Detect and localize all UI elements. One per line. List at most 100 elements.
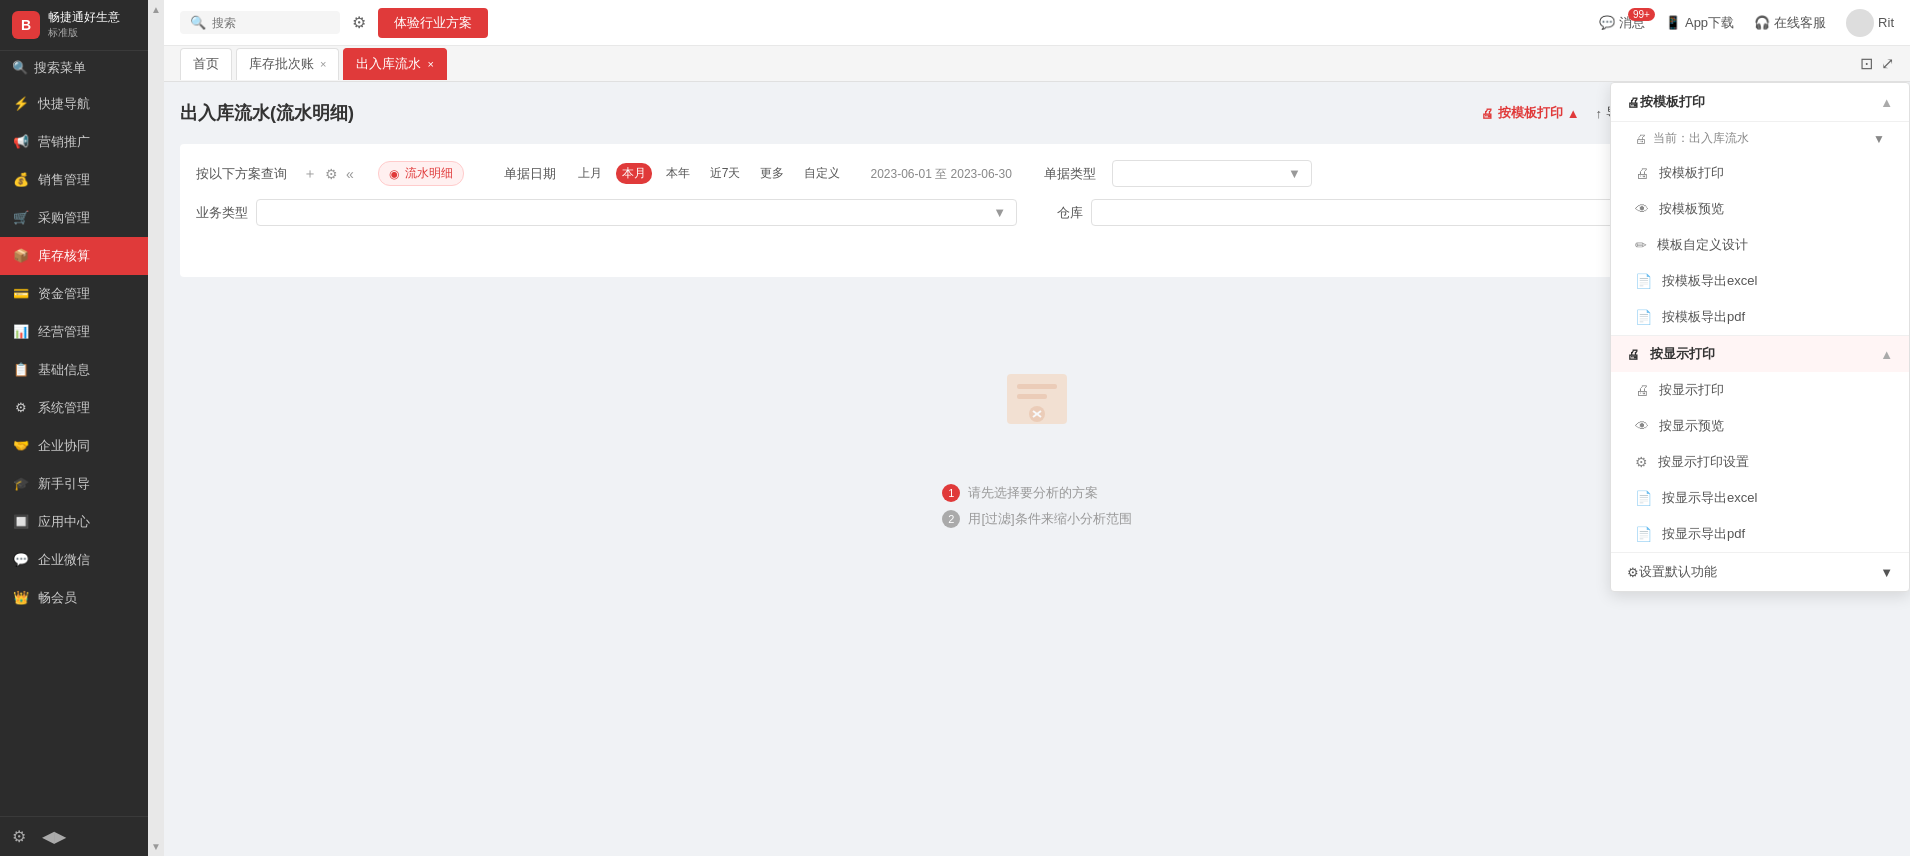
sidebar-item-purchase[interactable]: 🛒 采购管理 [0,199,148,237]
collapse-filter-icon[interactable]: « [346,166,354,182]
svg-rect-2 [1017,394,1047,399]
template-design-icon: ✏ [1635,237,1647,253]
shortcut-last-month[interactable]: 上月 [572,163,608,184]
footer-arrow-icon: ▼ [1880,565,1893,580]
purchase-icon: 🛒 [12,209,30,227]
tab-inventory-batch[interactable]: 库存批次账 × [236,48,339,80]
doc-type-dropdown[interactable]: ▼ [1112,160,1312,187]
dropdown-item-template-pdf[interactable]: 📄 按模板导出pdf [1611,299,1909,335]
empty-tips: 1 请先选择要分析的方案 2 用[过滤]条件来缩小分析范围 [942,484,1131,528]
sidebar-item-finance[interactable]: 💳 资金管理 [0,275,148,313]
settings-icon[interactable]: ⚙ [12,827,26,846]
quick-nav-icon: ⚡ [12,95,30,113]
headset-icon: 🎧 [1754,15,1770,30]
shortcut-this-month[interactable]: 本月 [616,163,652,184]
dropdown-item-template-design[interactable]: ✏ 模板自定义设计 [1611,227,1909,263]
dropdown-item-display-pdf[interactable]: 📄 按显示导出pdf [1611,516,1909,552]
app-center-icon: 🔲 [12,513,30,531]
shortcut-this-year[interactable]: 本年 [660,163,696,184]
sidebar-item-app-center[interactable]: 🔲 应用中心 [0,503,148,541]
filter-tag-label: 流水明细 [405,165,453,182]
tab-restore-icon[interactable]: ⊡ [1860,54,1873,73]
display-excel-icon: 📄 [1635,490,1652,506]
display-print-icon: 🖨 [1635,382,1649,398]
sidebar-item-inventory[interactable]: 📦 库存核算 [0,237,148,275]
shortcut-7-days[interactable]: 近7天 [704,163,747,184]
filter-actions: ＋ ⚙ « [303,165,354,183]
phone-icon: 📱 [1665,15,1681,30]
enterprise-icon: 🤝 [12,437,30,455]
biz-type-dropdown[interactable]: ▼ [256,199,1017,226]
topbar-actions: 💬 消息 99+ 📱 App下载 🎧 在线客服 Rit [1599,9,1894,37]
marketing-icon: 📢 [12,133,30,151]
empty-tip-1: 1 请先选择要分析的方案 [942,484,1131,502]
weixin-icon: 💬 [12,551,30,569]
message-btn[interactable]: 💬 消息 99+ [1599,14,1645,32]
print-template-btn[interactable]: 🖨 按模板打印 ▲ [1481,104,1580,122]
biz-type-arrow-icon: ▼ [993,205,1006,220]
dropdown-item-template-excel[interactable]: 📄 按模板导出excel [1611,263,1909,299]
trial-industry-button[interactable]: 体验行业方案 [378,8,488,38]
sidebar-item-guide[interactable]: 🎓 新手引导 [0,465,148,503]
app-logo: B 畅捷通好生意 标准版 [0,0,148,51]
main-area: 🔍 ⚙ 体验行业方案 💬 消息 99+ 📱 App下载 🎧 在线客服 Rit [164,0,1910,856]
tab-home[interactable]: 首页 [180,48,232,80]
dropdown-item-display-preview[interactable]: 👁 按显示预览 [1611,408,1909,444]
tab-inventory-flow[interactable]: 出入库流水 × [343,48,446,80]
collapse-sidebar-icon[interactable]: ◀▶ [42,827,66,846]
dropdown-item-template-print[interactable]: 🖨 按模板打印 [1611,155,1909,191]
display-settings-icon: ⚙ [1635,454,1648,470]
dropdown-item-display-print[interactable]: 🖨 按显示打印 [1611,372,1909,408]
scroll-up-icon[interactable]: ▲ [151,4,161,15]
topbar-search-icon: 🔍 [190,15,206,30]
sidebar-scrollbar[interactable]: ▲ ▼ [148,0,164,856]
sidebar-item-member[interactable]: 👑 畅会员 [0,579,148,617]
shortcut-custom[interactable]: 自定义 [798,163,846,184]
sidebar-item-basic-info[interactable]: 📋 基础信息 [0,351,148,389]
inventory-icon: 📦 [12,247,30,265]
tabbar: 首页 库存批次账 × 出入库流水 × ⊡ ⤢ [164,46,1910,82]
search-input[interactable] [212,16,312,30]
display-section-toggle[interactable]: ▲ [1880,347,1893,362]
sidebar-item-enterprise[interactable]: 🤝 企业协同 [0,427,148,465]
sidebar-item-quick-nav[interactable]: ⚡ 快捷导航 [0,85,148,123]
tabbar-right-actions: ⊡ ⤢ [1860,54,1894,73]
tab-close-inventory-batch[interactable]: × [320,58,326,70]
dropdown-footer[interactable]: ⚙ 设置默认功能 ▼ [1611,552,1909,591]
tab-expand-icon[interactable]: ⤢ [1881,54,1894,73]
display-pdf-icon: 📄 [1635,526,1652,542]
date-range-display: 2023-06-01 至 2023-06-30 [870,166,1011,183]
date-label: 单据日期 [504,165,556,183]
dropdown-item-template-preview[interactable]: 👁 按模板预览 [1611,191,1909,227]
sidebar-item-sales[interactable]: 💰 销售管理 [0,161,148,199]
online-service-btn[interactable]: 🎧 在线客服 [1754,14,1826,32]
sidebar-item-weixin[interactable]: 💬 企业微信 [0,541,148,579]
dropdown-section-display-print[interactable]: 🖨 按显示打印 ▲ [1611,336,1909,372]
topbar-gear-icon[interactable]: ⚙ [352,13,366,32]
operations-icon: 📊 [12,323,30,341]
config-filter-icon[interactable]: ⚙ [325,166,338,182]
scroll-down-icon[interactable]: ▼ [151,841,161,852]
add-filter-icon[interactable]: ＋ [303,165,317,183]
app-download-btn[interactable]: 📱 App下载 [1665,14,1734,32]
filter-tag[interactable]: ◉ 流水明细 [378,161,464,186]
filter-tag-icon: ◉ [389,167,399,181]
tab-close-inventory-flow[interactable]: × [427,58,433,70]
sidebar-item-operations[interactable]: 📊 经营管理 [0,313,148,351]
dropdown-item-display-settings[interactable]: ⚙ 按显示打印设置 [1611,444,1909,480]
dropdown-item-display-excel[interactable]: 📄 按显示导出excel [1611,480,1909,516]
logo-text: 畅捷通好生意 标准版 [48,10,120,40]
dropdown-collapse-icon[interactable]: ▲ [1880,95,1893,110]
sidebar-item-system[interactable]: ⚙ 系统管理 [0,389,148,427]
page-title: 出入库流水(流水明细) [180,101,354,125]
shortcut-more[interactable]: 更多 [754,163,790,184]
print-icon: 🖨 [1481,106,1494,121]
dropdown-header: 🖨 按模板打印 ▲ [1611,83,1909,122]
dropdown-print-icon: 🖨 [1627,95,1640,110]
topbar-search-box[interactable]: 🔍 [180,11,340,34]
biz-type-label: 业务类型 [196,204,248,222]
user-profile[interactable]: Rit [1846,9,1894,37]
sidebar-search[interactable]: 🔍 搜索菜单 [0,51,148,85]
sidebar-item-marketing[interactable]: 📢 营销推广 [0,123,148,161]
template-excel-icon: 📄 [1635,273,1652,289]
